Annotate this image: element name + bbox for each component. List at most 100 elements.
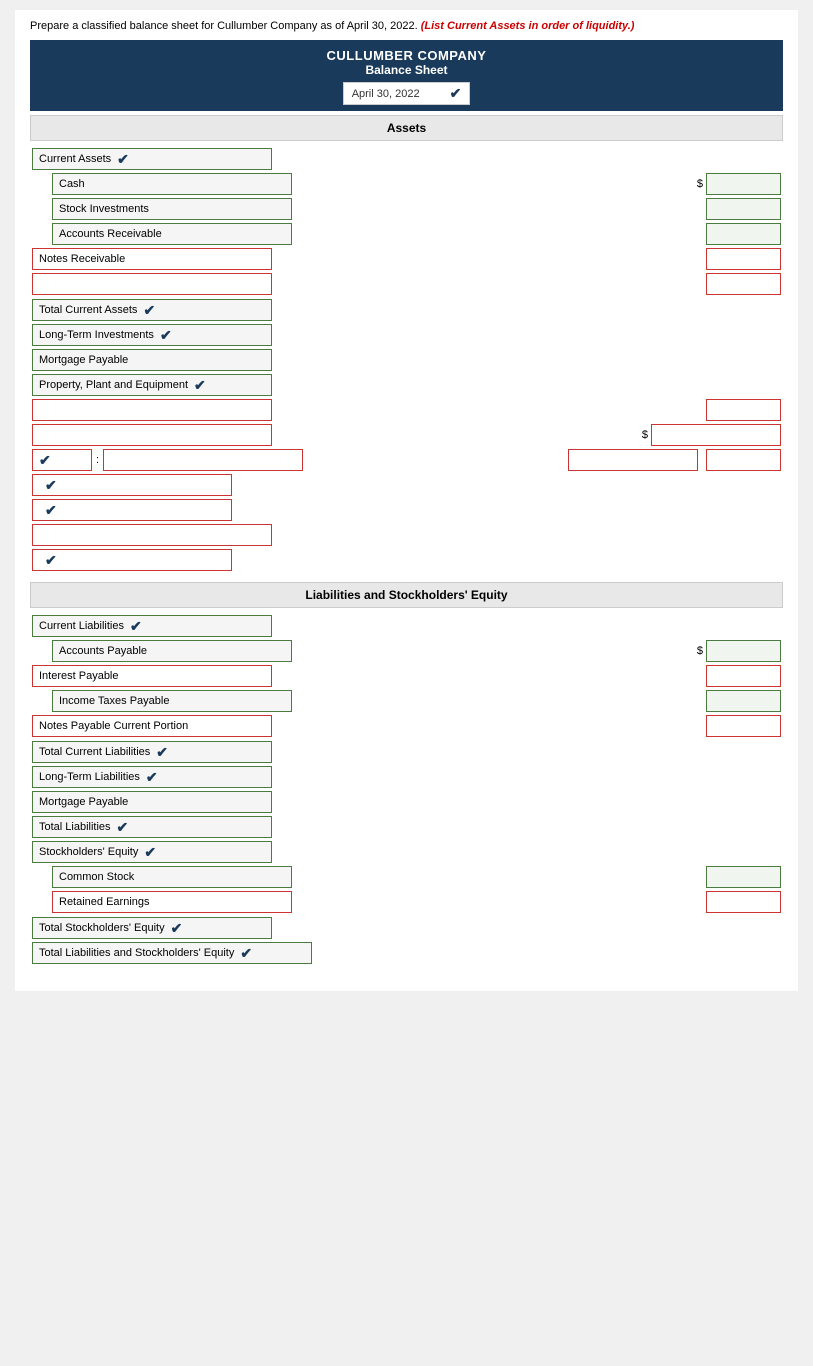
blank-text-row bbox=[30, 524, 783, 546]
ppe-item-row-3: ✔ : bbox=[30, 449, 783, 471]
cash-dollar-sign: $ bbox=[697, 178, 703, 190]
colon-separator: : bbox=[96, 454, 99, 466]
total-liabilities-equity-chevron-icon[interactable]: ✔ bbox=[240, 945, 252, 962]
total-current-liabilities-chevron-icon[interactable]: ✔ bbox=[156, 744, 168, 761]
accounts-payable-row: Accounts Payable $ bbox=[50, 640, 783, 662]
current-liabilities-label: Current Liabilities ✔ bbox=[32, 615, 272, 637]
blank-dropdown-icon-1[interactable]: ✔ bbox=[45, 477, 57, 494]
stock-investments-label: Stock Investments bbox=[52, 198, 292, 220]
long-term-liabilities-row: Long-Term Liabilities ✔ bbox=[30, 766, 783, 788]
long-term-liabilities-label: Long-Term Liabilities ✔ bbox=[32, 766, 272, 788]
retained-earnings-input[interactable] bbox=[706, 891, 781, 913]
long-term-investments-label: Long-Term Investments ✔ bbox=[32, 324, 272, 346]
ppe-item-chevron-icon: ✔ bbox=[39, 452, 51, 469]
blank-dropdown-icon-2[interactable]: ✔ bbox=[45, 502, 57, 519]
notes-receivable-row: Notes Receivable bbox=[30, 248, 783, 270]
ppe-item-label-1 bbox=[32, 399, 272, 421]
current-liabilities-chevron-icon[interactable]: ✔ bbox=[130, 618, 142, 635]
stockholders-equity-chevron-icon[interactable]: ✔ bbox=[144, 844, 156, 861]
total-stockholders-equity-row: Total Stockholders' Equity ✔ bbox=[30, 917, 783, 939]
mortgage-payable-liabilities-row: Mortgage Payable bbox=[30, 791, 783, 813]
total-current-liabilities-row: Total Current Liabilities ✔ bbox=[30, 741, 783, 763]
assets-section-header: Assets bbox=[30, 115, 783, 141]
total-stockholders-equity-label: Total Stockholders' Equity ✔ bbox=[32, 917, 272, 939]
blank-dropdown-row-3: ✔ bbox=[30, 549, 783, 571]
blank-asset-label-1 bbox=[32, 273, 272, 295]
total-stockholders-equity-chevron-icon[interactable]: ✔ bbox=[171, 920, 183, 937]
cash-input[interactable] bbox=[706, 173, 781, 195]
notes-receivable-label: Notes Receivable bbox=[32, 248, 272, 270]
liabilities-section-header: Liabilities and Stockholders' Equity bbox=[30, 582, 783, 608]
total-liabilities-equity-label: Total Liabilities and Stockholders' Equi… bbox=[32, 942, 312, 964]
blank-dropdown-label-2: ✔ bbox=[32, 499, 232, 521]
retained-earnings-label: Retained Earnings bbox=[52, 891, 292, 913]
cash-label: Cash bbox=[52, 173, 292, 195]
mortgage-payable-assets-label: Mortgage Payable bbox=[32, 349, 272, 371]
assets-area: Current Assets ✔ Cash $ Stock Investment… bbox=[30, 141, 783, 578]
current-liabilities-row: Current Liabilities ✔ bbox=[30, 615, 783, 637]
company-header: CULLUMBER COMPANY Balance Sheet April 30… bbox=[30, 40, 783, 111]
ppe-row: Property, Plant and Equipment ✔ bbox=[30, 374, 783, 396]
long-term-investments-chevron-icon[interactable]: ✔ bbox=[160, 327, 172, 344]
long-term-liabilities-chevron-icon[interactable]: ✔ bbox=[146, 769, 158, 786]
stockholders-equity-label: Stockholders' Equity ✔ bbox=[32, 841, 272, 863]
ppe-item-row-2: $ bbox=[30, 424, 783, 446]
ppe-item-input-4[interactable] bbox=[568, 449, 698, 471]
notes-payable-input[interactable] bbox=[706, 715, 781, 737]
accounts-payable-input[interactable] bbox=[706, 640, 781, 662]
total-liabilities-equity-row: Total Liabilities and Stockholders' Equi… bbox=[30, 942, 783, 964]
interest-payable-input[interactable] bbox=[706, 665, 781, 687]
ppe-dollar-sign: $ bbox=[642, 429, 648, 441]
date-select[interactable]: April 30, 2022 ✔ bbox=[343, 82, 471, 105]
ppe-item-input-3[interactable] bbox=[103, 449, 303, 471]
blank-dropdown-icon-3[interactable]: ✔ bbox=[45, 552, 57, 569]
company-name: CULLUMBER COMPANY bbox=[40, 48, 773, 63]
income-taxes-payable-label: Income Taxes Payable bbox=[52, 690, 292, 712]
interest-payable-row: Interest Payable bbox=[30, 665, 783, 687]
notes-payable-row: Notes Payable Current Portion bbox=[30, 715, 783, 737]
blank-dropdown-label-1: ✔ bbox=[32, 474, 232, 496]
accounts-receivable-input[interactable] bbox=[706, 223, 781, 245]
stock-investments-input[interactable] bbox=[706, 198, 781, 220]
accounts-receivable-label: Accounts Receivable bbox=[52, 223, 292, 245]
current-assets-chevron-icon[interactable]: ✔ bbox=[117, 151, 129, 168]
total-current-liabilities-label: Total Current Liabilities ✔ bbox=[32, 741, 272, 763]
ppe-item-input-5[interactable] bbox=[706, 449, 781, 471]
liabilities-area: Current Liabilities ✔ Accounts Payable $… bbox=[30, 608, 783, 971]
ppe-item-input-2[interactable] bbox=[651, 424, 781, 446]
common-stock-row: Common Stock bbox=[50, 866, 783, 888]
notes-receivable-input[interactable] bbox=[706, 248, 781, 270]
total-current-assets-chevron-icon[interactable]: ✔ bbox=[143, 302, 155, 319]
blank-dropdown-label-3: ✔ bbox=[32, 549, 232, 571]
stockholders-equity-row: Stockholders' Equity ✔ bbox=[30, 841, 783, 863]
total-liabilities-chevron-icon[interactable]: ✔ bbox=[117, 819, 129, 836]
income-taxes-payable-row: Income Taxes Payable bbox=[50, 690, 783, 712]
accounts-receivable-row: Accounts Receivable bbox=[50, 223, 783, 245]
instructions-text: Prepare a classified balance sheet for C… bbox=[30, 20, 418, 32]
ppe-item-label-2 bbox=[32, 424, 272, 446]
stock-investments-row: Stock Investments bbox=[50, 198, 783, 220]
ppe-item-input-1[interactable] bbox=[706, 399, 781, 421]
blank-dropdown-row-1: ✔ bbox=[30, 474, 783, 496]
retained-earnings-row: Retained Earnings bbox=[50, 891, 783, 913]
ppe-item-row-1 bbox=[30, 399, 783, 421]
total-current-assets-label: Total Current Assets ✔ bbox=[32, 299, 272, 321]
common-stock-input[interactable] bbox=[706, 866, 781, 888]
instructions: Prepare a classified balance sheet for C… bbox=[30, 20, 783, 32]
blank-asset-input-1[interactable] bbox=[706, 273, 781, 295]
income-taxes-payable-input[interactable] bbox=[706, 690, 781, 712]
accounts-payable-dollar: $ bbox=[697, 645, 703, 657]
ppe-dropdown-label[interactable]: ✔ bbox=[32, 449, 92, 471]
cash-row: Cash $ bbox=[50, 173, 783, 195]
common-stock-label: Common Stock bbox=[52, 866, 292, 888]
ppe-chevron-icon[interactable]: ✔ bbox=[194, 377, 206, 394]
blank-text-label bbox=[32, 524, 272, 546]
sheet-title: Balance Sheet bbox=[40, 63, 773, 77]
interest-payable-label: Interest Payable bbox=[32, 665, 272, 687]
total-liabilities-label: Total Liabilities ✔ bbox=[32, 816, 272, 838]
long-term-investments-row: Long-Term Investments ✔ bbox=[30, 324, 783, 346]
blank-dropdown-row-2: ✔ bbox=[30, 499, 783, 521]
accounts-payable-label: Accounts Payable bbox=[52, 640, 292, 662]
notes-payable-label: Notes Payable Current Portion bbox=[32, 715, 272, 737]
date-chevron-icon: ✔ bbox=[450, 85, 462, 102]
